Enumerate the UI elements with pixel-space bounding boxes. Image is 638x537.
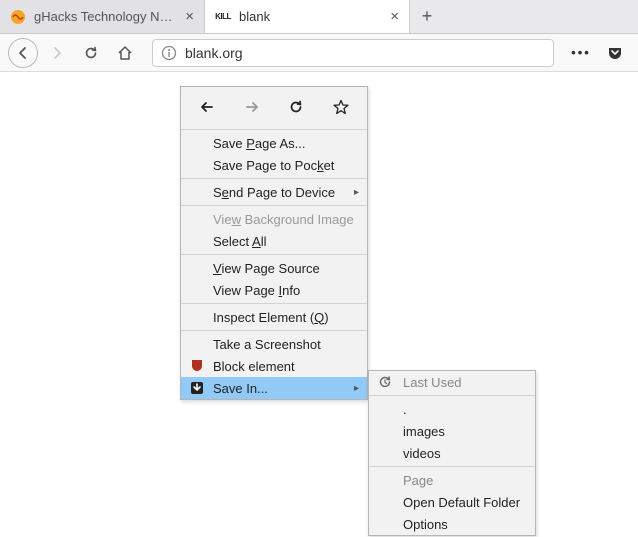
ctx-save-to-pocket[interactable]: Save Page to Pocket	[181, 154, 367, 176]
menu-separator	[181, 254, 367, 255]
favicon-blank: KILL	[215, 9, 231, 25]
tab-label: gHacks Technology News	[34, 9, 177, 24]
ctx-view-source[interactable]: View Page Source	[181, 257, 367, 279]
tab-label: blank	[239, 9, 382, 24]
ctx-bookmark-button[interactable]	[326, 93, 356, 121]
context-menu: Save Page As... Save Page to Pocket Send…	[180, 86, 368, 400]
ctx-send-to-device[interactable]: Send Page to Device▸	[181, 181, 367, 203]
chevron-right-icon: ▸	[354, 187, 359, 198]
favicon-ghacks	[10, 9, 26, 25]
url-input[interactable]	[185, 45, 545, 61]
chevron-right-icon: ▸	[354, 383, 359, 394]
close-icon[interactable]: ×	[390, 9, 399, 24]
ctx-select-all[interactable]: Select All	[181, 230, 367, 252]
submenu-item-images[interactable]: images	[369, 420, 535, 442]
submenu-header-last-used: Last Used	[369, 371, 535, 393]
ctx-back-button[interactable]	[192, 93, 222, 121]
new-tab-button[interactable]: +	[410, 0, 444, 33]
ctx-forward-button[interactable]	[237, 93, 267, 121]
ctx-inspect-element[interactable]: Inspect Element (Q)	[181, 306, 367, 328]
history-icon	[377, 374, 393, 390]
tab-ghacks[interactable]: gHacks Technology News ×	[0, 0, 205, 33]
reload-button[interactable]	[76, 38, 106, 68]
close-icon[interactable]: ×	[185, 9, 194, 24]
pocket-button[interactable]	[600, 38, 630, 68]
page-actions-button[interactable]: •••	[566, 38, 596, 68]
ctx-view-bg-image: View Background Image	[181, 208, 367, 230]
menu-separator	[181, 330, 367, 331]
ctx-block-element[interactable]: Block element	[181, 355, 367, 377]
save-in-icon	[189, 380, 205, 396]
home-button[interactable]	[110, 38, 140, 68]
menu-separator	[369, 466, 535, 467]
menu-separator	[181, 178, 367, 179]
submenu-options[interactable]: Options	[369, 513, 535, 535]
nav-toolbar: •••	[0, 34, 638, 72]
back-button[interactable]	[8, 38, 38, 68]
ublock-icon	[189, 358, 205, 374]
menu-separator	[369, 395, 535, 396]
menu-separator	[181, 129, 367, 130]
submenu-item-dot[interactable]: .	[369, 398, 535, 420]
menu-separator	[181, 205, 367, 206]
ctx-view-info[interactable]: View Page Info	[181, 279, 367, 301]
menu-separator	[181, 303, 367, 304]
ctx-take-screenshot[interactable]: Take a Screenshot	[181, 333, 367, 355]
ctx-save-in[interactable]: Save In... ▸	[181, 377, 367, 399]
save-in-submenu: Last Used . images videos Page Open Defa…	[368, 370, 536, 536]
forward-button[interactable]	[42, 38, 72, 68]
context-menu-navrow	[181, 87, 367, 127]
url-bar[interactable]	[152, 39, 554, 67]
submenu-header-page: Page	[369, 469, 535, 491]
tab-strip: gHacks Technology News × KILL blank × +	[0, 0, 638, 34]
info-icon[interactable]	[161, 45, 177, 61]
ctx-reload-button[interactable]	[281, 93, 311, 121]
ctx-save-page-as[interactable]: Save Page As...	[181, 132, 367, 154]
submenu-open-default-folder[interactable]: Open Default Folder	[369, 491, 535, 513]
submenu-item-videos[interactable]: videos	[369, 442, 535, 464]
tab-blank[interactable]: KILL blank ×	[205, 0, 410, 33]
